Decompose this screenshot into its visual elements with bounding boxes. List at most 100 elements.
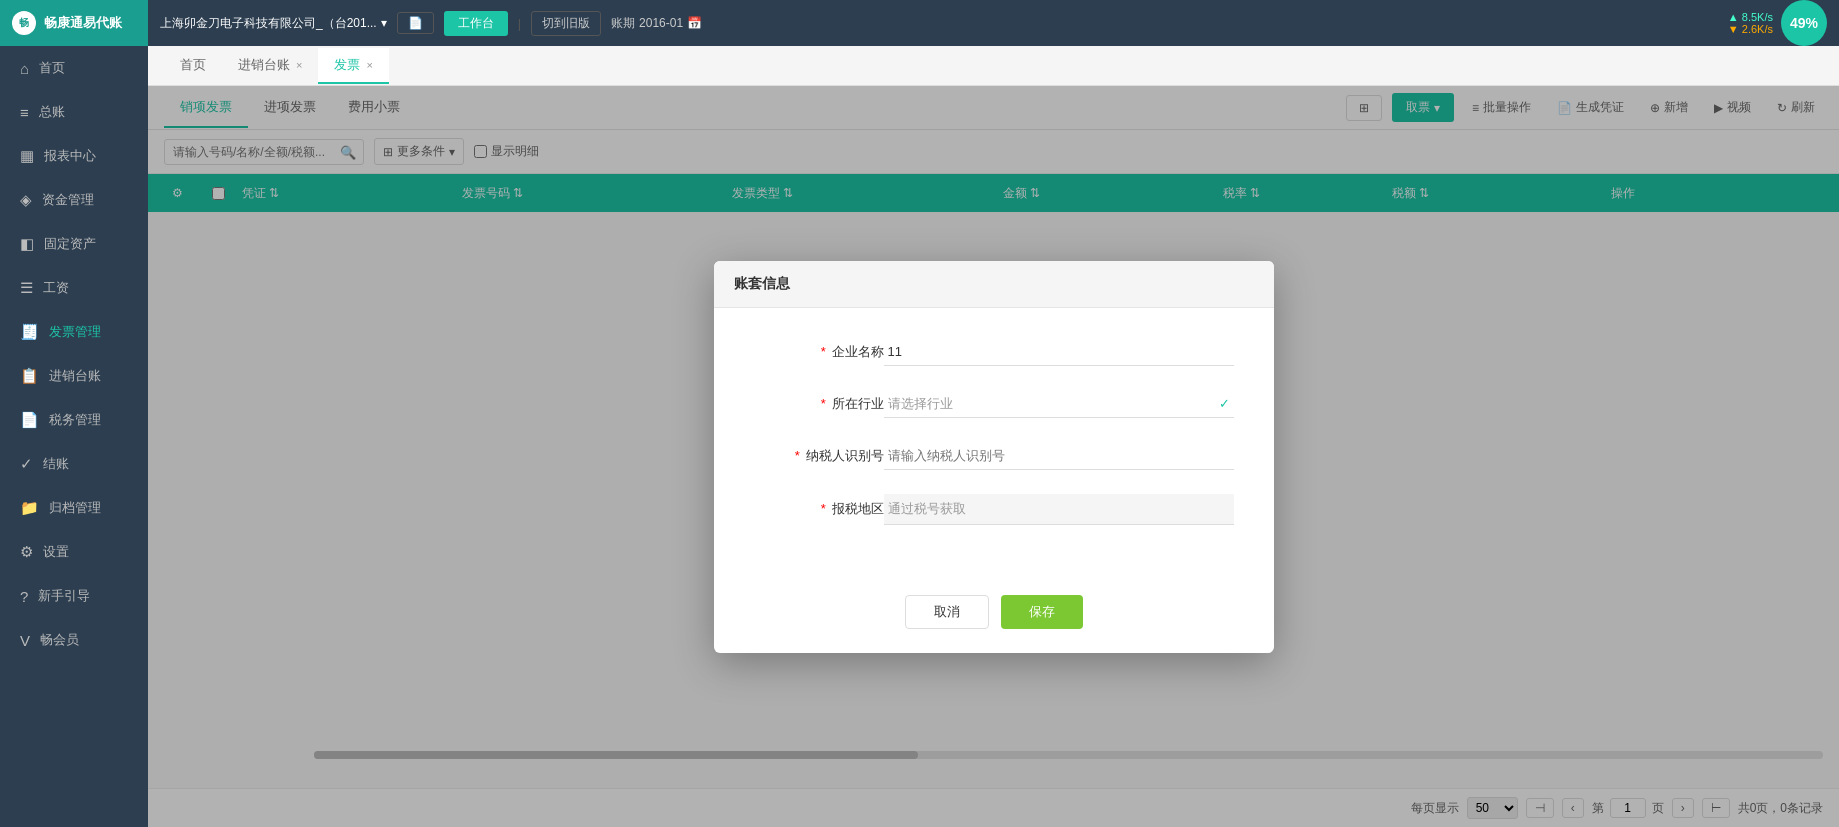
sidebar-item-member[interactable]: V 畅会员 xyxy=(0,618,148,662)
period-label: 账期 xyxy=(611,15,635,32)
industry-row: * 所在行业 请选择行业 ✓ xyxy=(754,390,1234,418)
salary-icon: ☰ xyxy=(20,279,33,297)
sidebar-item-label: 固定资产 xyxy=(44,235,96,253)
company-name-label: * 企业名称 xyxy=(754,343,884,361)
sidebar-item-label: 进销台账 xyxy=(49,367,101,385)
trading-icon: 📋 xyxy=(20,367,39,385)
tab-trading-close[interactable]: × xyxy=(296,59,302,71)
separator: | xyxy=(518,16,521,31)
tax-region-row: * 报税地区 通过税号获取 xyxy=(754,494,1234,525)
modal-overlay: 账套信息 * 企业名称 xyxy=(148,86,1839,827)
sidebar-item-guide[interactable]: ? 新手引导 xyxy=(0,574,148,618)
tabbar: 首页 进销台账 × 发票 × xyxy=(148,46,1839,86)
company-selector[interactable]: 上海卯金刀电子科技有限公司_（台201... ▾ xyxy=(160,15,387,32)
sidebar-item-label: 结账 xyxy=(43,455,69,473)
industry-select-wrap: 请选择行业 ✓ xyxy=(884,390,1234,418)
sidebar-item-archive[interactable]: 📁 归档管理 xyxy=(0,486,148,530)
guide-icon: ? xyxy=(20,588,28,605)
main-area: 上海卯金刀电子科技有限公司_（台201... ▾ 📄 工作台 | 切到旧版 账期… xyxy=(148,0,1839,827)
tab-home[interactable]: 首页 xyxy=(164,48,222,84)
industry-field: 请选择行业 ✓ xyxy=(884,390,1234,418)
sidebar-item-checkout[interactable]: ✓ 结账 xyxy=(0,442,148,486)
sidebar-item-label: 畅会员 xyxy=(40,631,79,649)
sidebar-item-label: 资金管理 xyxy=(42,191,94,209)
company-name-label-text: 企业名称 xyxy=(832,344,884,359)
sidebar-item-trading[interactable]: 📋 进销台账 xyxy=(0,354,148,398)
sidebar-item-label: 发票管理 xyxy=(49,323,101,341)
modal-title: 账套信息 xyxy=(714,261,1274,308)
logo-icon: 畅 xyxy=(12,11,36,35)
sidebar-item-label: 归档管理 xyxy=(49,499,101,517)
sidebar: 畅 畅康通易代账 ⌂ 首页 ≡ 总账 ▦ 报表中心 ◈ 资金管理 ◧ 固定资产 … xyxy=(0,0,148,827)
company-name-field xyxy=(884,338,1234,366)
ledger-icon: ≡ xyxy=(20,104,29,121)
switch-old-button[interactable]: 切到旧版 xyxy=(531,11,601,36)
modal-footer: 取消 保存 xyxy=(714,579,1274,653)
content-area: 销项发票 进项发票 费用小票 ⊞ 取票 ▾ ≡ 批量操作 📄 xyxy=(148,86,1839,827)
tax-region-field: 通过税号获取 xyxy=(884,494,1234,525)
tax-id-row: * 纳税人识别号 xyxy=(754,442,1234,470)
tax-region-readonly: 通过税号获取 xyxy=(884,494,1234,525)
sidebar-item-reports[interactable]: ▦ 报表中心 xyxy=(0,134,148,178)
company-name: 上海卯金刀电子科技有限公司_（台201... xyxy=(160,15,377,32)
home-icon: ⌂ xyxy=(20,60,29,77)
tab-home-label: 首页 xyxy=(180,56,206,74)
workbench-button[interactable]: 工作台 xyxy=(444,11,508,36)
company-dropdown-icon: ▾ xyxy=(381,16,387,30)
topbar: 上海卯金刀电子科技有限公司_（台201... ▾ 📄 工作台 | 切到旧版 账期… xyxy=(148,0,1839,46)
tab-trading[interactable]: 进销台账 × xyxy=(222,48,318,84)
calendar-icon: 📅 xyxy=(687,16,702,30)
archive-icon: 📁 xyxy=(20,499,39,517)
gear-icon: ⚙ xyxy=(20,543,33,561)
account-info-modal: 账套信息 * 企业名称 xyxy=(714,261,1274,653)
sidebar-item-tax[interactable]: 📄 税务管理 xyxy=(0,398,148,442)
member-icon: V xyxy=(20,632,30,649)
assets-icon: ◧ xyxy=(20,235,34,253)
finance-icon: ◈ xyxy=(20,191,32,209)
tax-region-label-text: 报税地区 xyxy=(832,501,884,516)
tab-trading-label: 进销台账 xyxy=(238,56,290,74)
sidebar-item-invoice[interactable]: 🧾 发票管理 xyxy=(0,310,148,354)
required-mark: * xyxy=(821,344,826,359)
speed-circle: 49% xyxy=(1781,0,1827,46)
sidebar-item-label: 首页 xyxy=(39,59,65,77)
tax-icon: 📄 xyxy=(20,411,39,429)
speed-percent: 49% xyxy=(1790,15,1818,31)
speed-up: ▲ 8.5K/s xyxy=(1728,11,1773,23)
tab-invoice-close[interactable]: × xyxy=(366,59,372,71)
save-button[interactable]: 保存 xyxy=(1001,595,1083,629)
sidebar-item-settings[interactable]: ⚙ 设置 xyxy=(0,530,148,574)
sidebar-item-label: 总账 xyxy=(39,103,65,121)
doc-button[interactable]: 📄 xyxy=(397,12,434,34)
sidebar-item-assets[interactable]: ◧ 固定资产 xyxy=(0,222,148,266)
sidebar-item-label: 新手引导 xyxy=(38,587,90,605)
tax-id-input[interactable] xyxy=(884,442,1234,470)
period-value: 2016-01 xyxy=(639,16,683,30)
sidebar-item-label: 报表中心 xyxy=(44,147,96,165)
invoice-icon: 🧾 xyxy=(20,323,39,341)
sidebar-item-home[interactable]: ⌂ 首页 xyxy=(0,46,148,90)
sidebar-item-ledger[interactable]: ≡ 总账 xyxy=(0,90,148,134)
industry-select[interactable]: 请选择行业 xyxy=(884,390,1234,417)
speed-stats: ▲ 8.5K/s ▼ 2.6K/s xyxy=(1728,11,1773,35)
tax-region-label: * 报税地区 xyxy=(754,500,884,518)
tab-invoice-label: 发票 xyxy=(334,56,360,74)
cancel-button[interactable]: 取消 xyxy=(905,595,989,629)
tax-id-label: * 纳税人识别号 xyxy=(754,447,884,465)
checkout-icon: ✓ xyxy=(20,455,33,473)
app-logo: 畅 畅康通易代账 xyxy=(0,0,148,46)
tab-invoice[interactable]: 发票 × xyxy=(318,48,388,84)
company-name-input[interactable] xyxy=(884,338,1234,366)
company-name-row: * 企业名称 xyxy=(754,338,1234,366)
topbar-right: ▲ 8.5K/s ▼ 2.6K/s 49% xyxy=(1728,0,1827,46)
modal-body: * 企业名称 * 所在行业 xyxy=(714,308,1274,579)
sidebar-item-label: 税务管理 xyxy=(49,411,101,429)
reports-icon: ▦ xyxy=(20,147,34,165)
logo-text: 畅康通易代账 xyxy=(44,14,122,32)
required-mark: * xyxy=(821,501,826,516)
industry-label-text: 所在行业 xyxy=(832,396,884,411)
speed-down: ▼ 2.6K/s xyxy=(1728,23,1773,35)
sidebar-item-salary[interactable]: ☰ 工资 xyxy=(0,266,148,310)
sidebar-item-label: 设置 xyxy=(43,543,69,561)
sidebar-item-finance[interactable]: ◈ 资金管理 xyxy=(0,178,148,222)
